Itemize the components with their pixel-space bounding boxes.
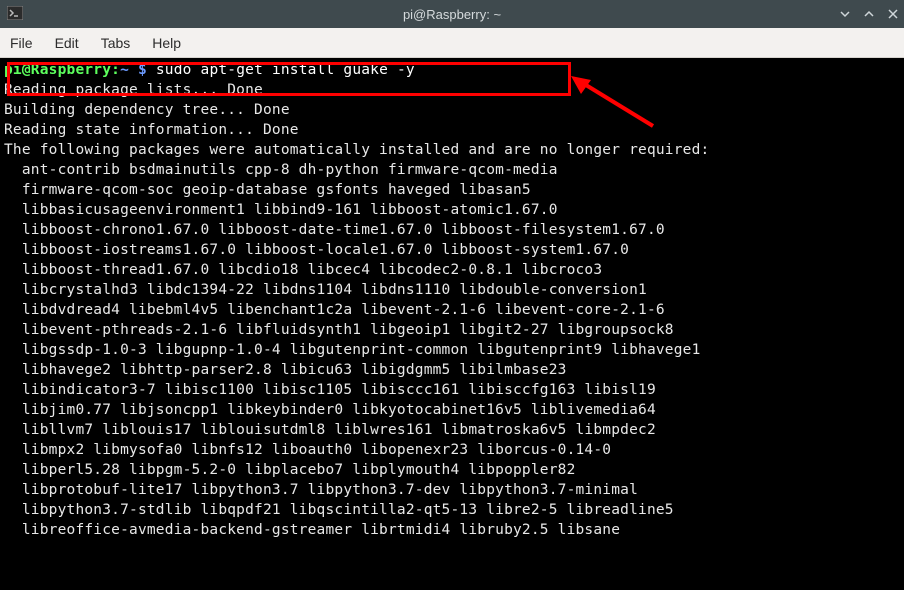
window-titlebar: pi@Raspberry: ~: [0, 0, 904, 28]
prompt-userhost: pi@Raspberry: [4, 62, 111, 78]
prompt-path: ~: [120, 62, 129, 78]
window-title: pi@Raspberry: ~: [403, 7, 501, 22]
menubar: File Edit Tabs Help: [0, 28, 904, 58]
prompt-command: sudo apt-get install guake -y: [156, 62, 415, 78]
minimize-button[interactable]: [840, 7, 850, 22]
terminal-area[interactable]: pi@Raspberry:~ $ sudo apt-get install gu…: [0, 58, 904, 590]
terminal-output: Reading package lists... Done Building d…: [4, 82, 709, 538]
prompt-colon: :: [111, 62, 120, 78]
menu-help[interactable]: Help: [152, 35, 181, 51]
menu-tabs[interactable]: Tabs: [101, 35, 131, 51]
close-button[interactable]: [888, 7, 898, 22]
menu-file[interactable]: File: [10, 35, 33, 51]
menu-edit[interactable]: Edit: [55, 35, 79, 51]
prompt-dollar: $: [138, 62, 147, 78]
terminal-icon: [6, 4, 24, 22]
maximize-button[interactable]: [864, 7, 874, 22]
